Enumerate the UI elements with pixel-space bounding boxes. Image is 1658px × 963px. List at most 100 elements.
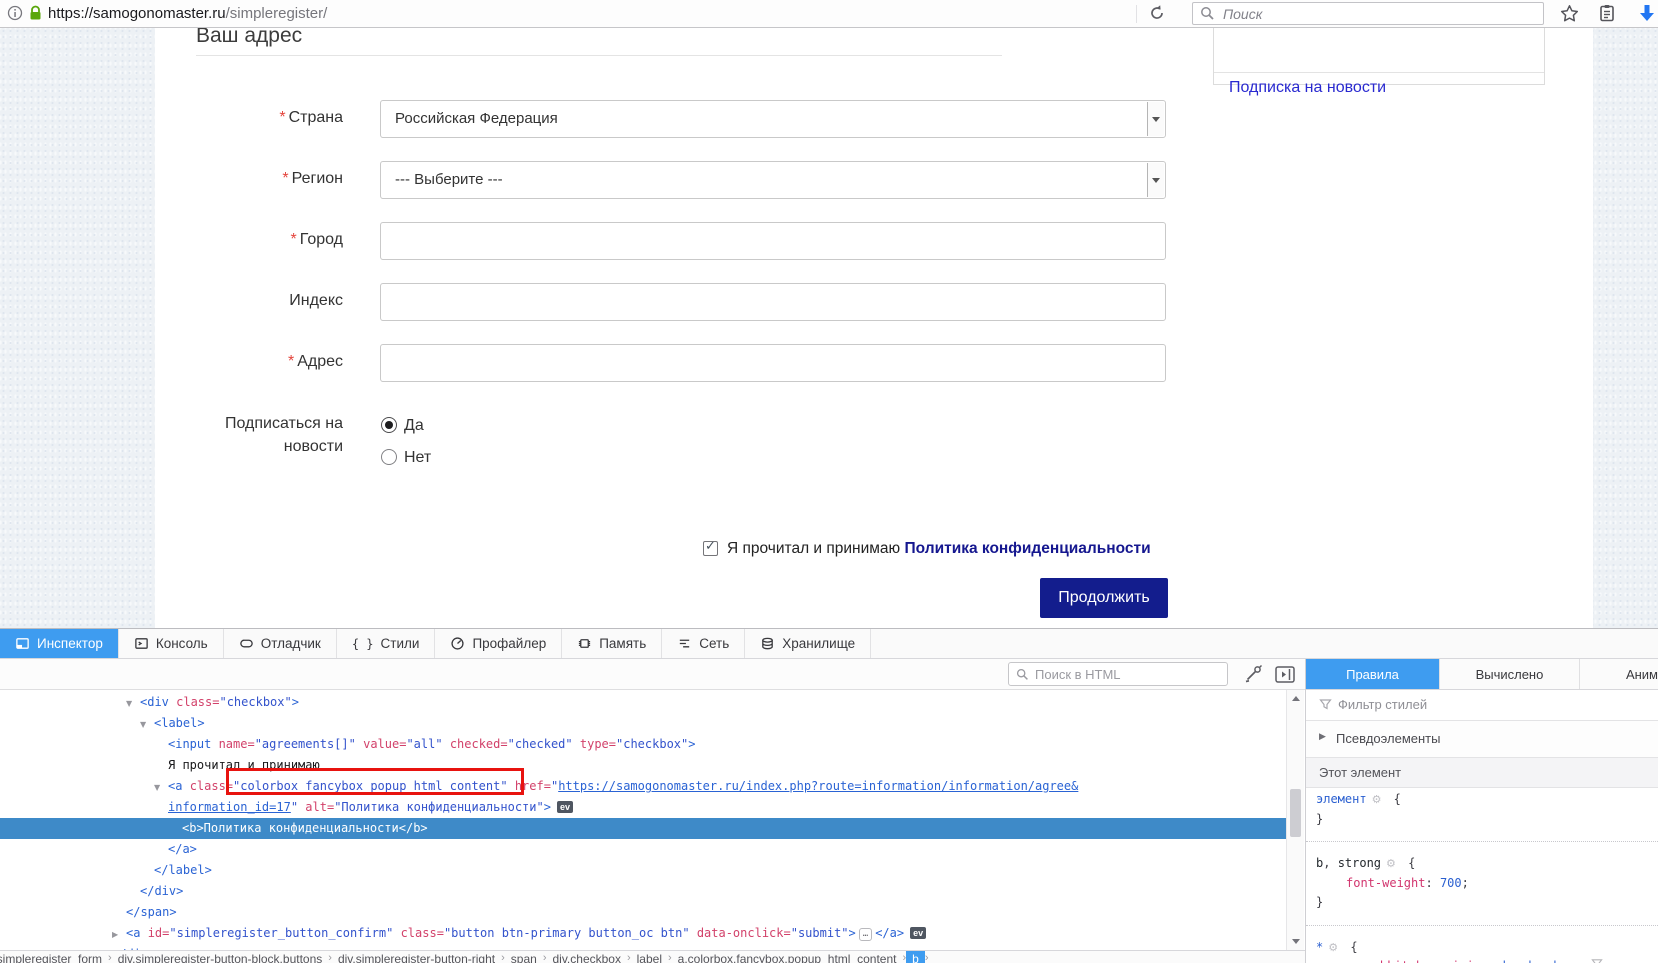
devtools-tab-инспектор[interactable]: Инспектор bbox=[0, 629, 119, 658]
code-token: value= bbox=[363, 737, 407, 751]
heading-divider bbox=[196, 55, 1002, 56]
toggle-sidebar-icon[interactable] bbox=[1274, 664, 1296, 688]
devtools-tab-память[interactable]: Память bbox=[562, 629, 663, 658]
css-token: ; bbox=[1575, 959, 1582, 963]
selector-highlight-icon[interactable]: ⚙ bbox=[1372, 793, 1382, 806]
code-token: class= bbox=[176, 695, 220, 709]
markup-line[interactable]: </div> bbox=[0, 881, 1286, 902]
css-rule-line[interactable]: } bbox=[1306, 810, 1658, 830]
devtools-tab-хранилище[interactable]: Хранилище bbox=[745, 629, 872, 658]
scrollbar-thumb[interactable] bbox=[1290, 789, 1301, 837]
devtools-tab-отладчик[interactable]: Отладчик bbox=[224, 629, 337, 658]
css-rule-line[interactable]: } bbox=[1306, 893, 1658, 913]
event-badge[interactable]: ev bbox=[910, 927, 927, 939]
tab-label: Инспектор bbox=[37, 636, 103, 651]
css-rule-line[interactable]: font-weight: 700; bbox=[1306, 874, 1658, 894]
markup-line[interactable]: ▼ <label> bbox=[0, 713, 1286, 734]
privacy-policy-link[interactable]: Политика конфиденциальности bbox=[905, 540, 1151, 557]
url-bar[interactable]: https://samogonomaster.ru/simpleregister… bbox=[48, 5, 327, 22]
twisty-arrow-icon[interactable]: ▼ bbox=[126, 693, 132, 714]
collapsed-content-badge[interactable]: … bbox=[858, 928, 873, 941]
sidebar-tab-2[interactable]: Аним bbox=[1580, 659, 1658, 689]
markup-line-selected[interactable]: <b>Политика конфиденциальности</b> bbox=[0, 818, 1286, 839]
event-badge[interactable]: ev bbox=[556, 801, 573, 813]
region-select[interactable]: --- Выберите --- bbox=[380, 161, 1166, 199]
devtools-tab-профайлер[interactable]: Профайлер bbox=[435, 629, 563, 658]
rule-separator bbox=[1306, 829, 1658, 842]
breadcrumb-item[interactable]: label bbox=[631, 951, 668, 963]
css-rule-line[interactable]: элемент ⚙ { bbox=[1306, 790, 1658, 810]
css-token: { bbox=[1400, 856, 1416, 870]
markup-scrollbar[interactable] bbox=[1286, 690, 1304, 950]
devtools-tab-стили[interactable]: { } Стили bbox=[337, 629, 436, 658]
selector-highlight-icon[interactable]: ⚙ bbox=[1328, 941, 1338, 954]
markup-line[interactable]: </a> bbox=[0, 839, 1286, 860]
devtools-tab-консоль[interactable]: Консоль bbox=[119, 629, 224, 658]
breadcrumb-bar: form#simpleregister_form › div.simpleregis… bbox=[0, 950, 1305, 963]
breadcrumb-item[interactable]: div.simpleregister-button-right bbox=[332, 951, 501, 963]
markup-line[interactable]: ▼ <div class="checkbox"> bbox=[0, 692, 1286, 713]
expand-arrow-icon: ▶ bbox=[1319, 732, 1326, 742]
breadcrumb-item[interactable]: span bbox=[505, 951, 543, 963]
page-info-icon[interactable] bbox=[7, 5, 23, 26]
css-token: : bbox=[1425, 875, 1440, 890]
download-icon[interactable] bbox=[1636, 3, 1658, 27]
subscribe-yes-radio[interactable] bbox=[381, 417, 397, 433]
css-rule-line[interactable]: * ⚙ { bbox=[1306, 938, 1658, 958]
scroll-down-arrow[interactable] bbox=[1292, 939, 1300, 944]
css-token: , bbox=[1323, 856, 1338, 870]
sidebar-tab-0[interactable]: Правила bbox=[1306, 659, 1440, 689]
markup-line[interactable]: information_id=17" alt="Политика конфиде… bbox=[0, 797, 1286, 818]
markup-line[interactable]: ▼ <a class="colorbox fancybox popup_html_… bbox=[0, 776, 1286, 797]
search-input[interactable]: Поиск bbox=[1192, 2, 1544, 25]
continue-button[interactable]: Продолжить bbox=[1040, 578, 1168, 618]
sidebar-tab-1[interactable]: Вычислено bbox=[1440, 659, 1580, 689]
markup-line[interactable]: ▶ <a id="simpleregister_button_confirm" c… bbox=[0, 923, 1286, 944]
library-icon[interactable] bbox=[1598, 4, 1616, 27]
pseudo-elements-section[interactable]: ▶ Псевдоэлементы bbox=[1306, 721, 1658, 758]
breadcrumb-item[interactable]: form#simpleregister_form bbox=[0, 951, 108, 963]
markup-line[interactable]: </span> bbox=[0, 902, 1286, 923]
country-select[interactable]: Российская Федерация bbox=[380, 100, 1166, 138]
reload-icon[interactable] bbox=[1148, 4, 1166, 27]
selector-highlight-icon[interactable]: ⚙ bbox=[1386, 857, 1396, 870]
sidebar-item-newsletter[interactable]: Подписка на новости bbox=[1229, 79, 1386, 97]
network-icon bbox=[677, 636, 692, 651]
twisty-arrow-icon[interactable]: ▼ bbox=[140, 714, 146, 735]
code-token: "button btn-primary button_oc btn" bbox=[443, 926, 690, 940]
code-token: </div> bbox=[140, 884, 184, 898]
css-rule-line[interactable]: ▶-webkit-box-sizing: border-box; bbox=[1306, 957, 1658, 963]
field-label-city: * Город bbox=[290, 231, 343, 248]
code-token: "Политика конфиденциальности" bbox=[334, 800, 544, 814]
breadcrumb-item[interactable]: a.colorbox.fancybox.popup_html_content bbox=[672, 951, 903, 963]
breadcrumb-item[interactable]: div.simpleregister-button-block.buttons bbox=[112, 951, 329, 963]
postcode-input[interactable] bbox=[380, 283, 1166, 321]
breadcrumb-item-active[interactable]: b bbox=[906, 951, 925, 963]
scroll-up-arrow[interactable] bbox=[1292, 696, 1300, 701]
twisty-arrow-icon[interactable]: ▶ bbox=[112, 924, 118, 945]
twisty-arrow-icon[interactable]: ▼ bbox=[154, 777, 160, 798]
overridden-filter-icon[interactable] bbox=[1591, 959, 1603, 963]
css-rule-line[interactable]: b, strong ⚙ { bbox=[1306, 854, 1658, 874]
tab-label: Хранилище bbox=[782, 636, 856, 651]
markup-line[interactable]: <input name="agreements[]" value="all" c… bbox=[0, 734, 1286, 755]
style-filter-input[interactable]: Фильтр стилей bbox=[1306, 690, 1658, 721]
subscribe-no-radio[interactable] bbox=[381, 449, 397, 465]
code-token: <label> bbox=[154, 716, 205, 730]
city-input[interactable] bbox=[380, 222, 1166, 260]
console-icon bbox=[134, 636, 149, 651]
devtools-tab-сеть[interactable]: Сеть bbox=[662, 629, 746, 658]
markup-line[interactable]: </label> bbox=[0, 860, 1286, 881]
markup-line[interactable]: Я прочитал и принимаю bbox=[0, 755, 1286, 776]
agreement-checkbox[interactable]: ✓ bbox=[703, 539, 718, 556]
code-token: "checkbox" bbox=[616, 737, 689, 751]
bookmark-star-icon[interactable] bbox=[1560, 4, 1579, 27]
html-search-input[interactable]: Поиск в HTML bbox=[1008, 662, 1228, 686]
eyedropper-icon[interactable] bbox=[1242, 664, 1263, 688]
css-token: ; bbox=[1461, 875, 1469, 890]
address-input[interactable] bbox=[380, 344, 1166, 382]
https-lock-icon[interactable] bbox=[28, 5, 43, 26]
memory-icon bbox=[577, 636, 592, 651]
breadcrumb-item[interactable]: div.checkbox bbox=[546, 951, 626, 963]
